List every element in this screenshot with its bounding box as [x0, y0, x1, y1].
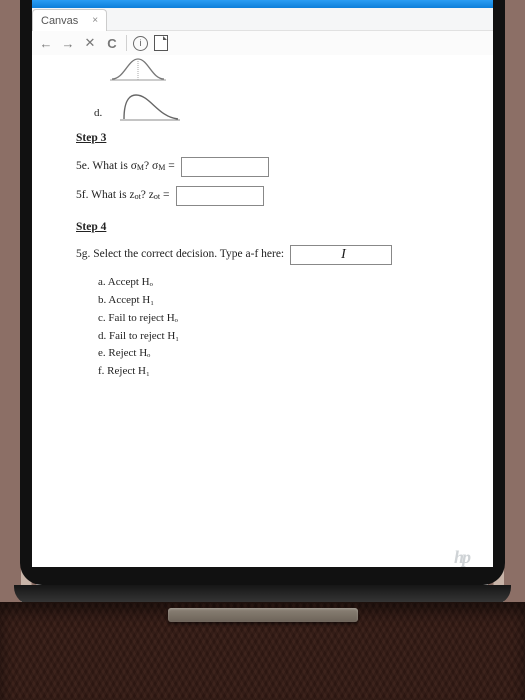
right-tail-curve-icon [120, 91, 180, 121]
laptop-bezel: Canvas × ← → ✕ C i d. [20, 0, 505, 585]
screen: Canvas × ← → ✕ C i d. [32, 0, 493, 567]
document-body: d. Step 3 5e. What is σM? σM = 5f. What … [32, 55, 493, 567]
info-icon[interactable]: i [133, 36, 148, 51]
browser-toolbar: ← → ✕ C i [32, 31, 493, 56]
step3-heading: Step 3 [76, 131, 463, 147]
trackpad[interactable] [168, 608, 358, 622]
choice-a: a. Accept Hₒ [98, 275, 463, 290]
tab-label: Canvas [41, 15, 78, 27]
question-5e: 5e. What is σM? σM = [76, 157, 463, 177]
q5e-text: 5e. What is σM? σM = [76, 159, 175, 175]
choice-f: f. Reject H₁ [98, 364, 463, 379]
back-icon[interactable]: ← [38, 35, 54, 51]
close-icon[interactable]: × [92, 15, 98, 26]
choice-list: a. Accept Hₒ b. Accept H₁ c. Fail to rej… [98, 275, 463, 379]
sigma-m-input[interactable] [181, 157, 269, 177]
decision-input[interactable]: I [290, 245, 392, 265]
laptop-deck [0, 602, 525, 700]
stop-icon[interactable]: ✕ [82, 35, 98, 51]
window-titlebar [32, 0, 493, 8]
forward-icon[interactable]: → [60, 35, 76, 51]
choice-c: c. Fail to reject Hₒ [98, 311, 463, 326]
q5g-text: 5g. Select the correct decision. Type a-… [76, 247, 284, 263]
toolbar-divider [126, 35, 127, 51]
option-d-label: d. [94, 106, 108, 121]
z-input[interactable] [176, 186, 264, 206]
tab-canvas[interactable]: Canvas × [32, 9, 107, 31]
question-5f: 5f. What is zot? zot = [76, 186, 463, 206]
reload-icon[interactable]: C [104, 35, 120, 51]
q5f-text: 5f. What is zot? zot = [76, 188, 170, 204]
hp-logo: hp [454, 547, 469, 568]
tab-strip: Canvas × [32, 8, 493, 31]
text-cursor-icon: I [341, 246, 346, 265]
step4-heading: Step 4 [76, 220, 463, 236]
choice-e: e. Reject Hₒ [98, 346, 463, 361]
question-5g: 5g. Select the correct decision. Type a-… [76, 245, 463, 265]
choice-b: b. Accept H₁ [98, 293, 463, 308]
choice-d: d. Fail to reject H₁ [98, 329, 463, 344]
bell-curve-icon [110, 57, 166, 81]
page-icon[interactable] [154, 35, 168, 51]
